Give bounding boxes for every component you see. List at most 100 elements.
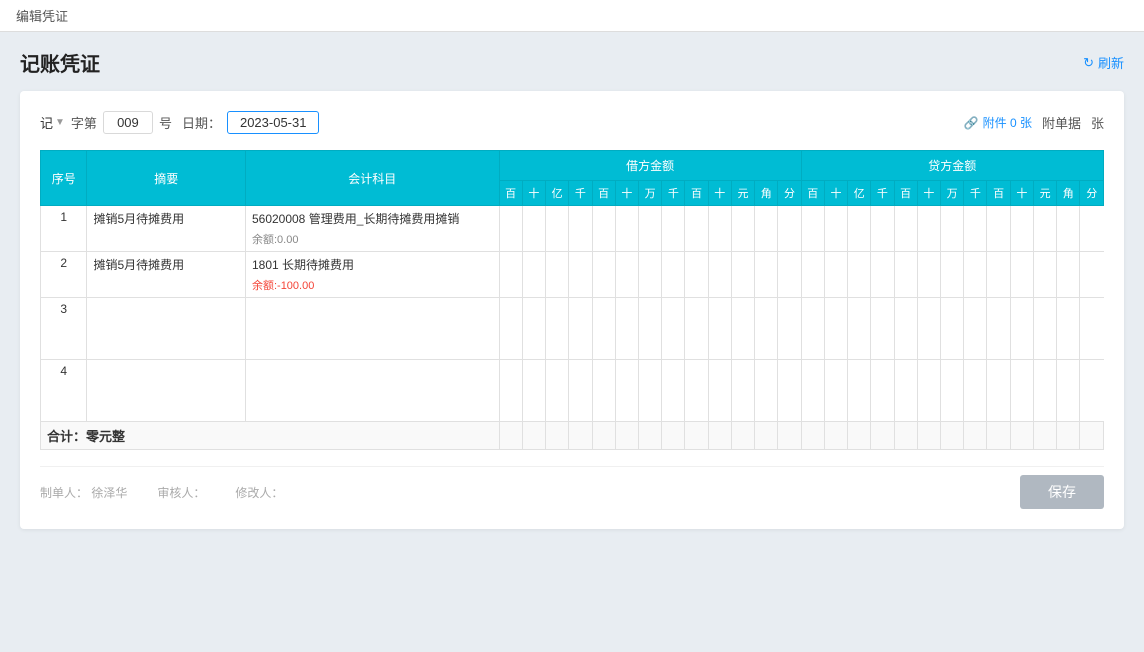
row-2-credit-9[interactable] (1010, 252, 1033, 298)
row-3-account[interactable] (245, 298, 499, 360)
row-3-credit-11[interactable] (1057, 298, 1080, 360)
row-4-debit-12[interactable] (778, 360, 801, 422)
row-1-credit-1[interactable] (824, 206, 847, 252)
row-2-credit-8[interactable] (987, 252, 1010, 298)
row-2-debit-11[interactable] (755, 252, 778, 298)
row-1-debit-11[interactable] (755, 206, 778, 252)
row-2-credit-10[interactable] (1033, 252, 1056, 298)
attachment-link[interactable]: 附件 0 张 (983, 114, 1032, 131)
row-3-debit-2[interactable] (546, 298, 569, 360)
row-1-debit-7[interactable] (662, 206, 685, 252)
row-3-credit-4[interactable] (894, 298, 917, 360)
row-2-debit-6[interactable] (638, 252, 661, 298)
row-4-credit-12[interactable] (1080, 360, 1104, 422)
row-3-debit-6[interactable] (638, 298, 661, 360)
row-3-debit-1[interactable] (522, 298, 545, 360)
row-1-debit-2[interactable] (546, 206, 569, 252)
row-2-credit-11[interactable] (1057, 252, 1080, 298)
row-2-credit-0[interactable] (801, 252, 824, 298)
row-4-credit-6[interactable] (941, 360, 964, 422)
row-4-credit-7[interactable] (964, 360, 987, 422)
row-4-credit-4[interactable] (894, 360, 917, 422)
table-row[interactable]: 1摊销5月待摊费用56020008 管理费用_长期待摊费用摊销余额:0.00 (41, 206, 1104, 252)
row-3-debit-4[interactable] (592, 298, 615, 360)
row-2-summary[interactable]: 摊销5月待摊费用 (87, 252, 245, 298)
row-1-debit-4[interactable] (592, 206, 615, 252)
row-4-credit-2[interactable] (848, 360, 871, 422)
single-voucher-button[interactable]: 附单据 (1042, 113, 1081, 132)
row-1-credit-0[interactable] (801, 206, 824, 252)
row-1-debit-6[interactable] (638, 206, 661, 252)
row-3-credit-8[interactable] (987, 298, 1010, 360)
row-4-credit-11[interactable] (1057, 360, 1080, 422)
row-3-debit-0[interactable] (499, 298, 522, 360)
row-3-credit-5[interactable] (917, 298, 940, 360)
row-2-debit-12[interactable] (778, 252, 801, 298)
row-4-debit-11[interactable] (755, 360, 778, 422)
row-3-debit-3[interactable] (569, 298, 592, 360)
row-2-credit-7[interactable] (964, 252, 987, 298)
row-2-debit-10[interactable] (731, 252, 754, 298)
row-2-debit-9[interactable] (708, 252, 731, 298)
row-1-debit-12[interactable] (778, 206, 801, 252)
row-4-debit-8[interactable] (685, 360, 708, 422)
row-1-debit-8[interactable] (685, 206, 708, 252)
refresh-button[interactable]: ↻ 刷新 (1083, 53, 1124, 72)
row-2-credit-5[interactable] (917, 252, 940, 298)
row-2-credit-1[interactable] (824, 252, 847, 298)
row-3-debit-12[interactable] (778, 298, 801, 360)
row-1-debit-5[interactable] (615, 206, 638, 252)
row-3-debit-5[interactable] (615, 298, 638, 360)
row-4-credit-10[interactable] (1033, 360, 1056, 422)
row-3-credit-2[interactable] (848, 298, 871, 360)
row-4-debit-1[interactable] (522, 360, 545, 422)
row-2-debit-0[interactable] (499, 252, 522, 298)
row-3-credit-7[interactable] (964, 298, 987, 360)
row-1-credit-12[interactable] (1080, 206, 1104, 252)
row-4-credit-0[interactable] (801, 360, 824, 422)
row-1-debit-1[interactable] (522, 206, 545, 252)
date-input[interactable]: 2023-05-31 (227, 111, 320, 134)
row-3-debit-10[interactable] (731, 298, 754, 360)
row-2-debit-2[interactable] (546, 252, 569, 298)
row-4-debit-10[interactable] (731, 360, 754, 422)
row-2-credit-3[interactable] (871, 252, 894, 298)
row-1-credit-3[interactable] (871, 206, 894, 252)
row-1-summary[interactable]: 摊销5月待摊费用 (87, 206, 245, 252)
row-2-credit-12[interactable] (1080, 252, 1104, 298)
row-4-credit-8[interactable] (987, 360, 1010, 422)
row-2-debit-1[interactable] (522, 252, 545, 298)
save-button[interactable]: 保存 (1020, 475, 1104, 509)
table-row[interactable]: 2摊销5月待摊费用1801 长期待摊费用余额:-100.00 (41, 252, 1104, 298)
row-4-debit-3[interactable] (569, 360, 592, 422)
table-row[interactable]: 4 (41, 360, 1104, 422)
row-1-credit-4[interactable] (894, 206, 917, 252)
row-3-summary[interactable] (87, 298, 245, 360)
row-1-debit-10[interactable] (731, 206, 754, 252)
row-1-credit-10[interactable] (1033, 206, 1056, 252)
row-3-credit-1[interactable] (824, 298, 847, 360)
row-4-debit-7[interactable] (662, 360, 685, 422)
row-3-credit-3[interactable] (871, 298, 894, 360)
row-4-debit-9[interactable] (708, 360, 731, 422)
row-3-debit-11[interactable] (755, 298, 778, 360)
row-3-credit-0[interactable] (801, 298, 824, 360)
row-3-debit-9[interactable] (708, 298, 731, 360)
row-1-debit-0[interactable] (499, 206, 522, 252)
row-3-credit-9[interactable] (1010, 298, 1033, 360)
row-4-account[interactable] (245, 360, 499, 422)
row-4-credit-3[interactable] (871, 360, 894, 422)
row-4-credit-1[interactable] (824, 360, 847, 422)
row-1-debit-3[interactable] (569, 206, 592, 252)
row-2-debit-7[interactable] (662, 252, 685, 298)
row-4-debit-0[interactable] (499, 360, 522, 422)
voucher-number[interactable]: 009 (103, 111, 153, 134)
row-3-credit-12[interactable] (1080, 298, 1104, 360)
row-1-credit-7[interactable] (964, 206, 987, 252)
row-2-account[interactable]: 1801 长期待摊费用余额:-100.00 (245, 252, 499, 298)
row-1-credit-9[interactable] (1010, 206, 1033, 252)
row-2-credit-4[interactable] (894, 252, 917, 298)
row-1-credit-2[interactable] (848, 206, 871, 252)
row-3-debit-8[interactable] (685, 298, 708, 360)
row-3-credit-10[interactable] (1033, 298, 1056, 360)
